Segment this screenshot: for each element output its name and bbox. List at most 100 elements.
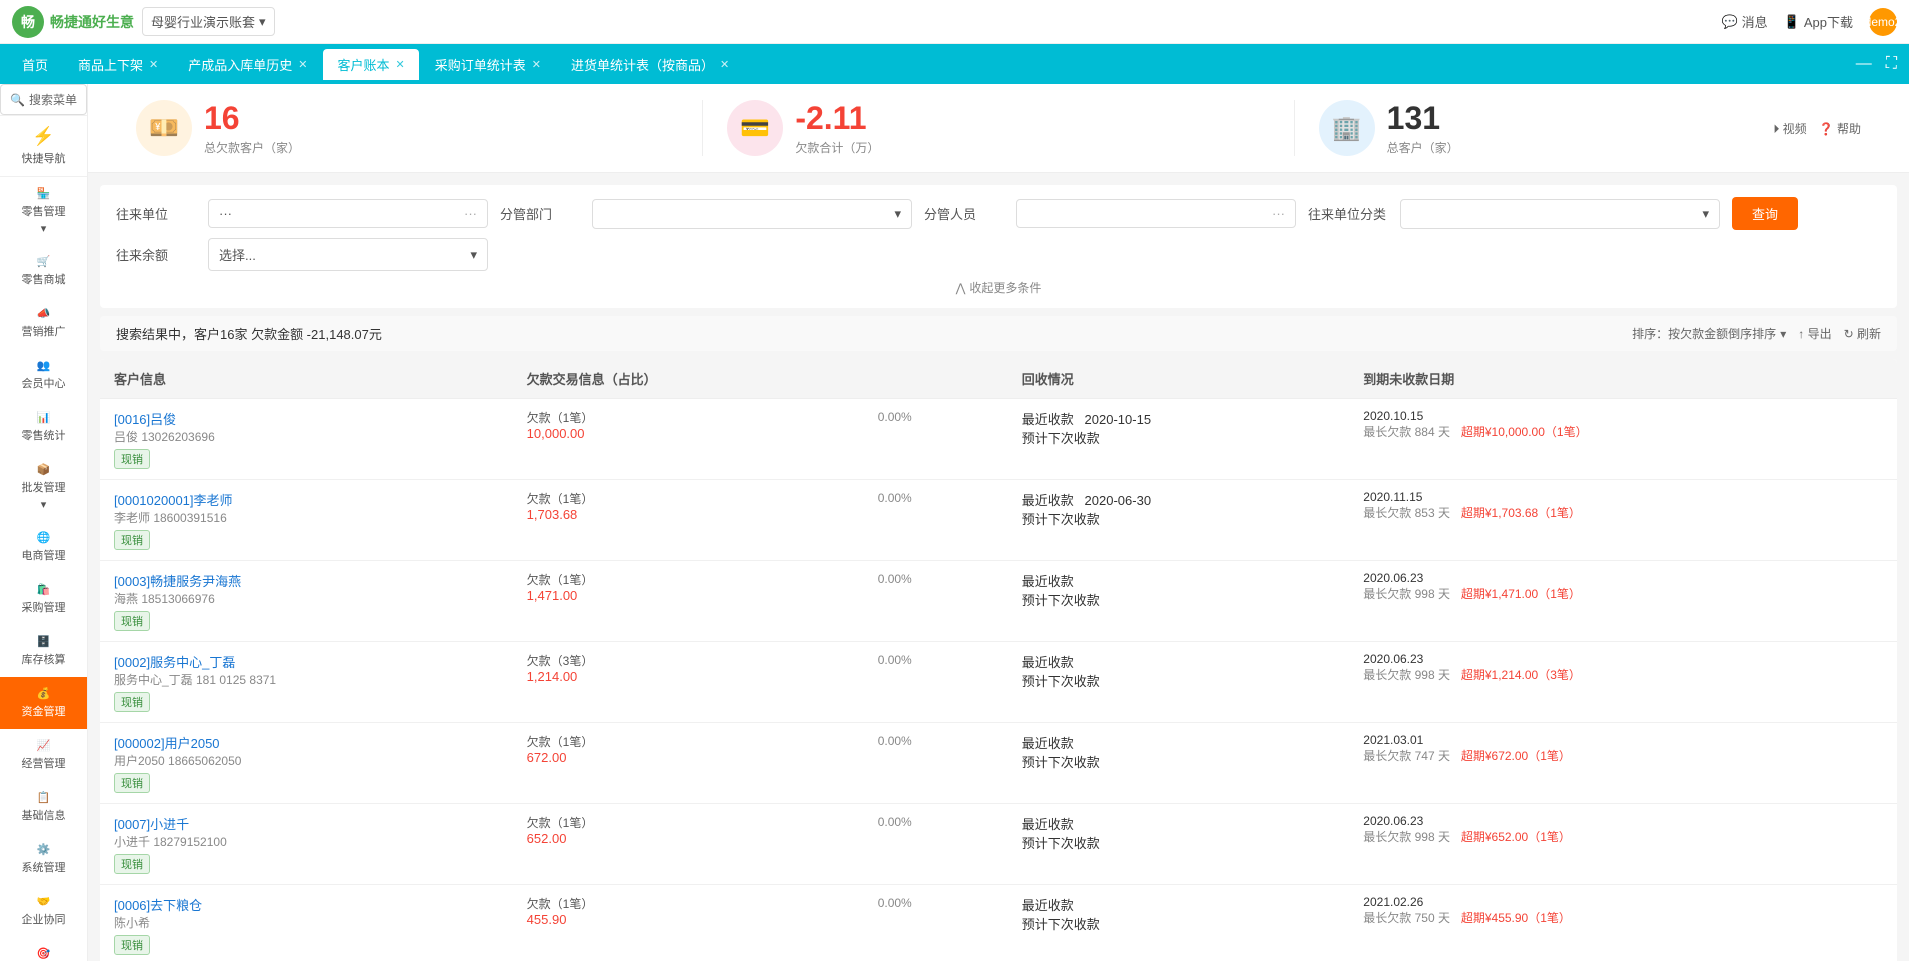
sidebar-item-retail-mall[interactable]: 🛒 零售商城 [0,245,87,297]
overdue-link[interactable]: 超期¥652.00（1笔） [1461,830,1571,844]
expand-icon[interactable]: ⛶ [1882,51,1901,77]
tab-purchase-order-stats[interactable]: 采购订单统计表 ✕ [421,49,555,80]
inventory-icon: 🗄️ [37,635,51,648]
tab-home[interactable]: 首页 [8,49,62,80]
member-icon: 👥 [37,359,51,372]
close-icon[interactable]: ✕ [396,58,405,71]
sidebar-item-quick-nav[interactable]: ⚡ 快捷导航 [0,116,87,176]
unit-category-input[interactable]: ▾ [1400,199,1720,229]
latest-pay-label: 最近收款 [1022,814,1336,833]
sidebar-item-retail-mgmt[interactable]: 🏪 零售管理 ▾ [0,177,87,245]
tab-inbound-stats[interactable]: 进货单统计表（按商品） ✕ [557,49,743,80]
overdue-link[interactable]: 超期¥1,703.68（1笔） [1461,506,1581,520]
minimize-icon[interactable]: — [1852,51,1876,77]
close-icon[interactable]: ✕ [720,58,729,71]
due-date-cell: 2021.02.26 最长欠款 750 天 超期¥455.90（1笔） [1349,885,1897,961]
overdue-link[interactable]: 超期¥10,000.00（1笔） [1461,425,1588,439]
due-date-cell: 2020.06.23 最长欠款 998 天 超期¥652.00（1笔） [1349,804,1897,885]
close-icon[interactable]: ✕ [149,58,158,71]
person-input[interactable] [1016,199,1296,228]
sidebar-quick-nav: ⚡ 快捷导航 [0,116,87,177]
sidebar-search-btn[interactable]: 🔍 搜索菜单 [0,84,87,115]
overdue-link[interactable]: 超期¥455.90（1笔） [1461,911,1571,925]
collapse-btn[interactable]: ⋀ 收起更多条件 [116,279,1881,296]
dept-label: 分管部门 [500,204,580,223]
user-avatar-btn[interactable]: demo2 [1869,8,1897,36]
tab-customer-account[interactable]: 客户账本 ✕ [323,49,418,80]
refresh-btn[interactable]: ↻ 刷新 [1844,325,1881,342]
customer-name[interactable]: [0001020001]李老师 [114,493,233,508]
tab-inbound-history[interactable]: 产成品入库单历史 ✕ [174,49,321,80]
customer-tag: 现销 [114,773,150,793]
sidebar-item-system[interactable]: ⚙️ 系统管理 [0,833,87,885]
customer-name[interactable]: [0006]去下粮仓 [114,898,202,913]
company-selector[interactable]: 母婴行业演示账套 ▾ [142,7,275,36]
customer-name[interactable]: [0007]小进千 [114,817,189,832]
next-pay-label: 预计下次收款 [1022,428,1336,447]
sidebar-item-retail-stats[interactable]: 📊 零售统计 [0,401,87,453]
close-icon[interactable]: ✕ [532,58,541,71]
debt-info-cell: 欠款（3笔） 1,214.00 [513,642,856,723]
sidebar-item-enterprise-collab[interactable]: 🤝 企业协同 [0,885,87,937]
top-bar: 畅 畅捷通好生意 母婴行业演示账套 ▾ 💬 消息 📱 App下载 demo2 [0,0,1909,44]
overdue-link[interactable]: 超期¥672.00（1笔） [1461,749,1571,763]
debt-amount[interactable]: 672.00 [527,750,842,765]
sidebar-item-ecommerce[interactable]: 🌐 电商管理 [0,521,87,573]
overdue-days: 最长欠款 747 天 [1363,749,1450,763]
sidebar-item-marketing[interactable]: 📣 营销推广 [0,297,87,349]
table-row: [0006]去下粮仓 陈小希 现销 欠款（1笔） 455.90 0.00% 最近… [100,885,1897,961]
overdue-link[interactable]: 超期¥1,471.00（1笔） [1461,587,1581,601]
sidebar-item-beginner[interactable]: 🎯 新手引导 [0,937,87,961]
col-customer-info: 客户信息 [100,359,513,399]
sort-select[interactable]: 排序：按欠款金额倒序排序 ▾ [1632,325,1786,342]
overdue-link[interactable]: 超期¥1,214.00（3笔） [1461,668,1581,682]
sidebar-item-basic-info[interactable]: 📋 基础信息 [0,781,87,833]
customer-name[interactable]: [0016]吕俊 [114,412,176,427]
customer-tag: 现销 [114,530,150,550]
sidebar-item-member[interactable]: 👥 会员中心 [0,349,87,401]
sidebar-item-inventory[interactable]: 🗄️ 库存核算 [0,625,87,677]
customer-info-cell: [0001020001]李老师 李老师 18600391516 现销 [100,480,513,561]
customer-name[interactable]: [0003]畅捷服务尹海燕 [114,574,241,589]
help-btn[interactable]: ❓ 帮助 [1819,120,1861,137]
due-date-cell: 2020.06.23 最长欠款 998 天 超期¥1,214.00（3笔） [1349,642,1897,723]
sidebar-item-finance[interactable]: 💰 资金管理 [0,677,87,729]
debt-amount[interactable]: 1,471.00 [527,588,842,603]
messages-btn[interactable]: 💬 消息 [1721,12,1767,31]
search-icon: 🔍 [10,93,25,107]
debt-percent-cell: 0.00% [856,642,1008,723]
video-btn[interactable]: ⏵ 视频 [1773,120,1806,137]
dept-input[interactable]: ▾ [592,199,912,229]
customer-tag: 现销 [114,449,150,469]
stat-total-label: 总客户（家） [1387,139,1762,156]
from-unit-input[interactable]: ··· [208,199,488,228]
customer-info-cell: [0016]吕俊 吕俊 13026203696 现销 [100,399,513,480]
sidebar-item-wholesale[interactable]: 📦 批发管理 ▾ [0,453,87,521]
debt-amount[interactable]: 652.00 [527,831,842,846]
debt-amount[interactable]: 455.90 [527,912,842,927]
sidebar-item-operation[interactable]: 📈 经营管理 [0,729,87,781]
nav-tabs-right: — ⛶ [1852,51,1901,77]
debt-amount[interactable]: 10,000.00 [527,426,842,441]
ecommerce-icon: 🌐 [37,531,51,544]
customer-tag: 现销 [114,935,150,955]
due-date: 2020.06.23 [1363,814,1883,828]
debt-amount[interactable]: 1,214.00 [527,669,842,684]
debt-amount[interactable]: 1,703.68 [527,507,842,522]
finance-icon: 💰 [37,687,51,700]
retail-mgmt-icon: 🏪 [37,187,51,200]
close-icon[interactable]: ✕ [298,58,307,71]
from-unit-placeholder: ··· [219,206,232,221]
customer-tag: 现销 [114,611,150,631]
sidebar-item-purchase[interactable]: 🛍️ 采购管理 [0,573,87,625]
app-download-btn[interactable]: 📱 App下载 [1784,12,1853,31]
overdue-days: 最长欠款 853 天 [1363,506,1450,520]
search-button[interactable]: 查询 [1732,197,1798,230]
recovery-cell: 最近收款 预计下次收款 [1008,642,1350,723]
export-btn[interactable]: ↑ 导出 [1798,325,1831,342]
balance-input[interactable]: 选择... ▾ [208,238,488,271]
customer-name[interactable]: [0002]服务中心_丁磊 [114,655,235,670]
debt-label: 欠款（1笔） [527,733,842,750]
customer-name[interactable]: [000002]用户2050 [114,736,220,751]
tab-product-listing[interactable]: 商品上下架 ✕ [64,49,172,80]
